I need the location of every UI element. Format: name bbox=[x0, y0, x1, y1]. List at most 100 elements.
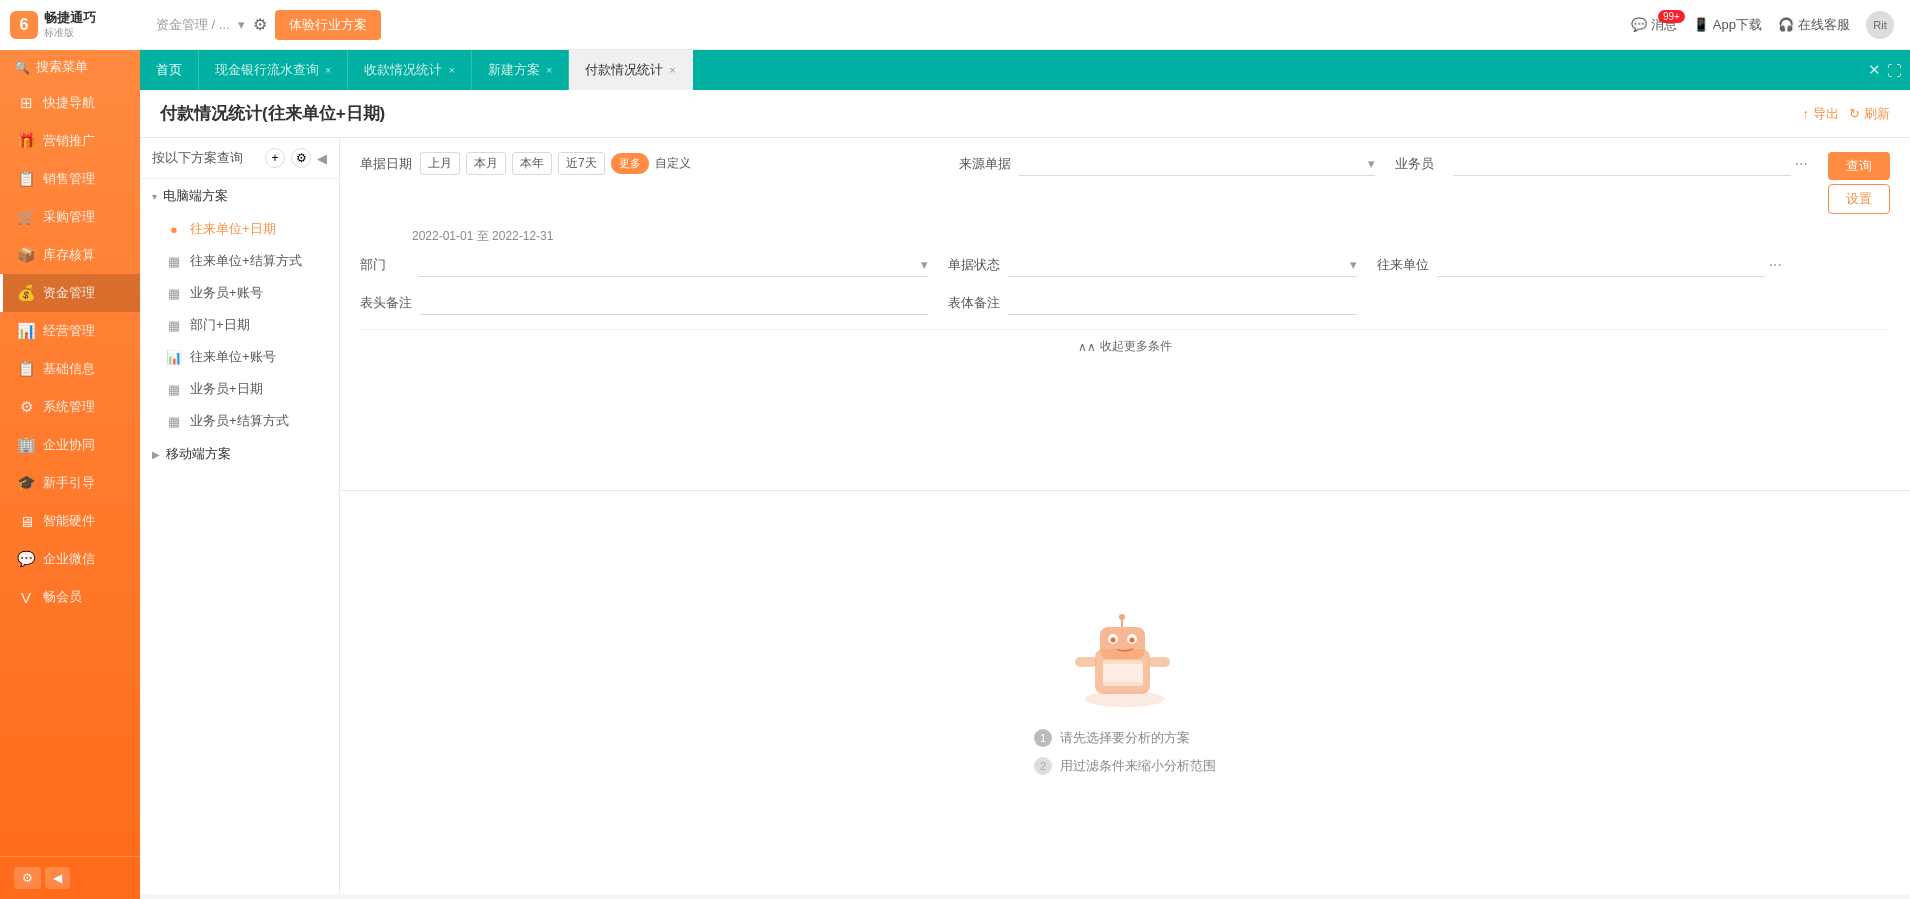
collapse-bar[interactable]: ∧∧ 收起更多条件 bbox=[360, 329, 1890, 363]
source-label: 来源单据 bbox=[959, 155, 1011, 173]
tab-receipt-stat[interactable]: 收款情况统计 × bbox=[348, 50, 471, 90]
hardware-icon: 🖥 bbox=[17, 512, 35, 530]
sidebar-item-basic[interactable]: 📋 基础信息 bbox=[0, 350, 140, 388]
refresh-button[interactable]: ↻ 刷新 bbox=[1849, 105, 1890, 123]
message-button[interactable]: 💬 消息 99+ bbox=[1631, 16, 1677, 34]
settings-gear-icon[interactable]: ⚙ bbox=[253, 15, 267, 34]
filter-counterparty-field: 往来单位 ··· bbox=[1377, 253, 1786, 277]
scheme-settings-button[interactable]: ⚙ bbox=[291, 148, 311, 168]
tab-new-scheme-close[interactable]: × bbox=[546, 64, 552, 76]
scheme-group-mobile-header[interactable]: ▶ 移动端方案 bbox=[140, 437, 339, 471]
tab-bank-flow[interactable]: 现金银行流水查询 × bbox=[199, 50, 348, 90]
tab-new-scheme[interactable]: 新建方案 × bbox=[472, 50, 569, 90]
trial-button[interactable]: 体验行业方案 bbox=[275, 10, 381, 40]
date-custom-label[interactable]: 自定义 bbox=[655, 155, 691, 172]
search-icon: 🔍 bbox=[14, 60, 30, 75]
date-btn-this-year[interactable]: 本年 bbox=[512, 152, 552, 175]
search-menu[interactable]: 🔍 搜索菜单 bbox=[0, 50, 140, 84]
scheme-item-salesperson-account[interactable]: ▦ 业务员+账号 bbox=[140, 277, 339, 309]
sidebar: 6 畅捷通巧 标准版 🔍 搜索菜单 ⊞ 快捷导航 🎁 营销推广 📋 销售管理 🛒… bbox=[0, 0, 140, 899]
dept-select[interactable]: ▾ bbox=[418, 253, 928, 277]
scheme-item-counterparty-settle[interactable]: ▦ 往来单位+结算方式 bbox=[140, 245, 339, 277]
sidebar-item-guide[interactable]: 🎓 新手引导 bbox=[0, 464, 140, 502]
date-btn-this-month[interactable]: 本月 bbox=[466, 152, 506, 175]
sidebar-item-capital[interactable]: 💰 资金管理 bbox=[0, 274, 140, 312]
tab-expand-button[interactable]: ⛶ bbox=[1887, 62, 1902, 79]
scheme-item-counterparty-account[interactable]: 📊 往来单位+账号 bbox=[140, 341, 339, 373]
filter-settings-button[interactable]: 设置 bbox=[1828, 184, 1890, 214]
sidebar-footer: ⚙ ◀ bbox=[0, 856, 140, 899]
scheme-item-counterparty-date[interactable]: ● 往来单位+日期 bbox=[140, 213, 339, 245]
tab-bank-flow-close[interactable]: × bbox=[325, 64, 331, 76]
scheme-collapse-button[interactable]: ◀ bbox=[317, 148, 327, 168]
date-range-display: 2022-01-01 至 2022-12-31 bbox=[360, 228, 1890, 253]
dept-dropdown-icon: ▾ bbox=[921, 257, 928, 272]
empty-tip-1: 1 请先选择要分析的方案 bbox=[1034, 729, 1216, 747]
guide-icon: 🎓 bbox=[17, 474, 35, 492]
salesperson-ellipsis-button[interactable]: ··· bbox=[1791, 155, 1812, 173]
filter-row-2: 部门 ▾ 单据状态 ▾ bbox=[360, 253, 1890, 277]
counterparty-input[interactable] bbox=[1437, 253, 1765, 277]
breadcrumb-dropdown[interactable]: ▾ bbox=[238, 17, 245, 32]
header-note-label: 表头备注 bbox=[360, 294, 412, 312]
tabbar: 首页 现金银行流水查询 × 收款情况统计 × 新建方案 × 付款情况统计 × ✕… bbox=[140, 50, 1910, 90]
sidebar-nav: ⊞ 快捷导航 🎁 营销推广 📋 销售管理 🛒 采购管理 📦 库存核算 💰 资金管… bbox=[0, 84, 140, 856]
sidebar-collapse-button[interactable]: ◀ bbox=[45, 867, 70, 889]
date-btn-last-month[interactable]: 上月 bbox=[420, 152, 460, 175]
add-scheme-button[interactable]: + bbox=[265, 148, 285, 168]
sidebar-item-operation[interactable]: 📊 经营管理 bbox=[0, 312, 140, 350]
filter-header-note-field: 表头备注 bbox=[360, 291, 928, 315]
date-btn-7days[interactable]: 近7天 bbox=[558, 152, 605, 175]
sidebar-item-member[interactable]: V 畅会员 bbox=[0, 578, 140, 616]
body-note-input[interactable] bbox=[1008, 291, 1357, 315]
sidebar-settings-button[interactable]: ⚙ bbox=[14, 867, 41, 889]
sidebar-item-purchase[interactable]: 🛒 采购管理 bbox=[0, 198, 140, 236]
scheme-group-desktop: ▾ 电脑端方案 ● 往来单位+日期 ▦ 往来单位+结算方式 ▦ 业务员+账号 bbox=[140, 179, 339, 437]
dept-label: 部门 bbox=[360, 256, 410, 274]
tab-receipt-stat-close[interactable]: × bbox=[448, 64, 454, 76]
salesperson-input[interactable] bbox=[1453, 152, 1790, 176]
sidebar-item-marketing[interactable]: 🎁 营销推广 bbox=[0, 122, 140, 160]
user-avatar[interactable]: Rit bbox=[1866, 11, 1894, 39]
app-download-button[interactable]: 📱 App下载 bbox=[1693, 16, 1762, 34]
counterparty-ellipsis-button[interactable]: ··· bbox=[1765, 256, 1786, 274]
sidebar-item-inventory[interactable]: 📦 库存核算 bbox=[0, 236, 140, 274]
purchase-icon: 🛒 bbox=[17, 208, 35, 226]
online-service-button[interactable]: 🎧 在线客服 bbox=[1778, 16, 1850, 34]
doc-status-label: 单据状态 bbox=[948, 256, 1000, 274]
source-select[interactable]: ▾ bbox=[1019, 152, 1376, 176]
export-icon: ↑ bbox=[1803, 106, 1810, 121]
tab-close-all-button[interactable]: ✕ bbox=[1868, 61, 1881, 79]
content-area: 付款情况统计(往来单位+日期) ↑ 导出 ↻ 刷新 按以下方案查询 + bbox=[140, 90, 1910, 899]
enterprise-icon: 🏢 bbox=[17, 436, 35, 454]
filter-panel: 单据日期 上月 本月 本年 近7天 更多 自定义 来源单据 bbox=[340, 138, 1910, 491]
empty-illustration bbox=[1065, 609, 1185, 709]
tab-payment-stat-close[interactable]: × bbox=[669, 64, 675, 76]
tab-home[interactable]: 首页 bbox=[140, 50, 199, 90]
scheme-group-desktop-header[interactable]: ▾ 电脑端方案 bbox=[140, 179, 339, 213]
sidebar-item-wechat[interactable]: 💬 企业微信 bbox=[0, 540, 140, 578]
filter-doc-status-field: 单据状态 ▾ bbox=[948, 253, 1357, 277]
main-area: 资金管理 / ... ▾ ⚙ 体验行业方案 💬 消息 99+ 📱 App下载 🎧… bbox=[140, 0, 1910, 899]
scheme-item-salesperson-date[interactable]: ▦ 业务员+日期 bbox=[140, 373, 339, 405]
scheme-item-salesperson-settle[interactable]: ▦ 业务员+结算方式 bbox=[140, 405, 339, 437]
sidebar-item-hardware[interactable]: 🖥 智能硬件 bbox=[0, 502, 140, 540]
header-note-input[interactable] bbox=[420, 291, 928, 315]
tab-payment-stat[interactable]: 付款情况统计 × bbox=[569, 50, 692, 90]
sidebar-item-system[interactable]: ⚙ 系统管理 bbox=[0, 388, 140, 426]
export-button[interactable]: ↑ 导出 bbox=[1803, 105, 1840, 123]
doc-status-select[interactable]: ▾ bbox=[1008, 253, 1357, 277]
sidebar-item-enterprise[interactable]: 🏢 企业协同 bbox=[0, 426, 140, 464]
filter-row-1: 单据日期 上月 本月 本年 近7天 更多 自定义 来源单据 bbox=[360, 152, 1890, 214]
svg-rect-9 bbox=[1075, 657, 1097, 667]
mobile-group-arrow-icon: ▶ bbox=[152, 449, 160, 460]
topbar-right: 💬 消息 99+ 📱 App下载 🎧 在线客服 Rit bbox=[1631, 11, 1894, 39]
counterparty-label: 往来单位 bbox=[1377, 256, 1429, 274]
sidebar-item-quick-nav[interactable]: ⊞ 快捷导航 bbox=[0, 84, 140, 122]
query-button[interactable]: 查询 bbox=[1828, 152, 1890, 180]
date-btn-more[interactable]: 更多 bbox=[611, 153, 649, 174]
scheme-item-dept-date[interactable]: ▦ 部门+日期 bbox=[140, 309, 339, 341]
filter-body-note-field: 表体备注 bbox=[948, 291, 1357, 315]
basic-icon: 📋 bbox=[17, 360, 35, 378]
sidebar-item-sales[interactable]: 📋 销售管理 bbox=[0, 160, 140, 198]
